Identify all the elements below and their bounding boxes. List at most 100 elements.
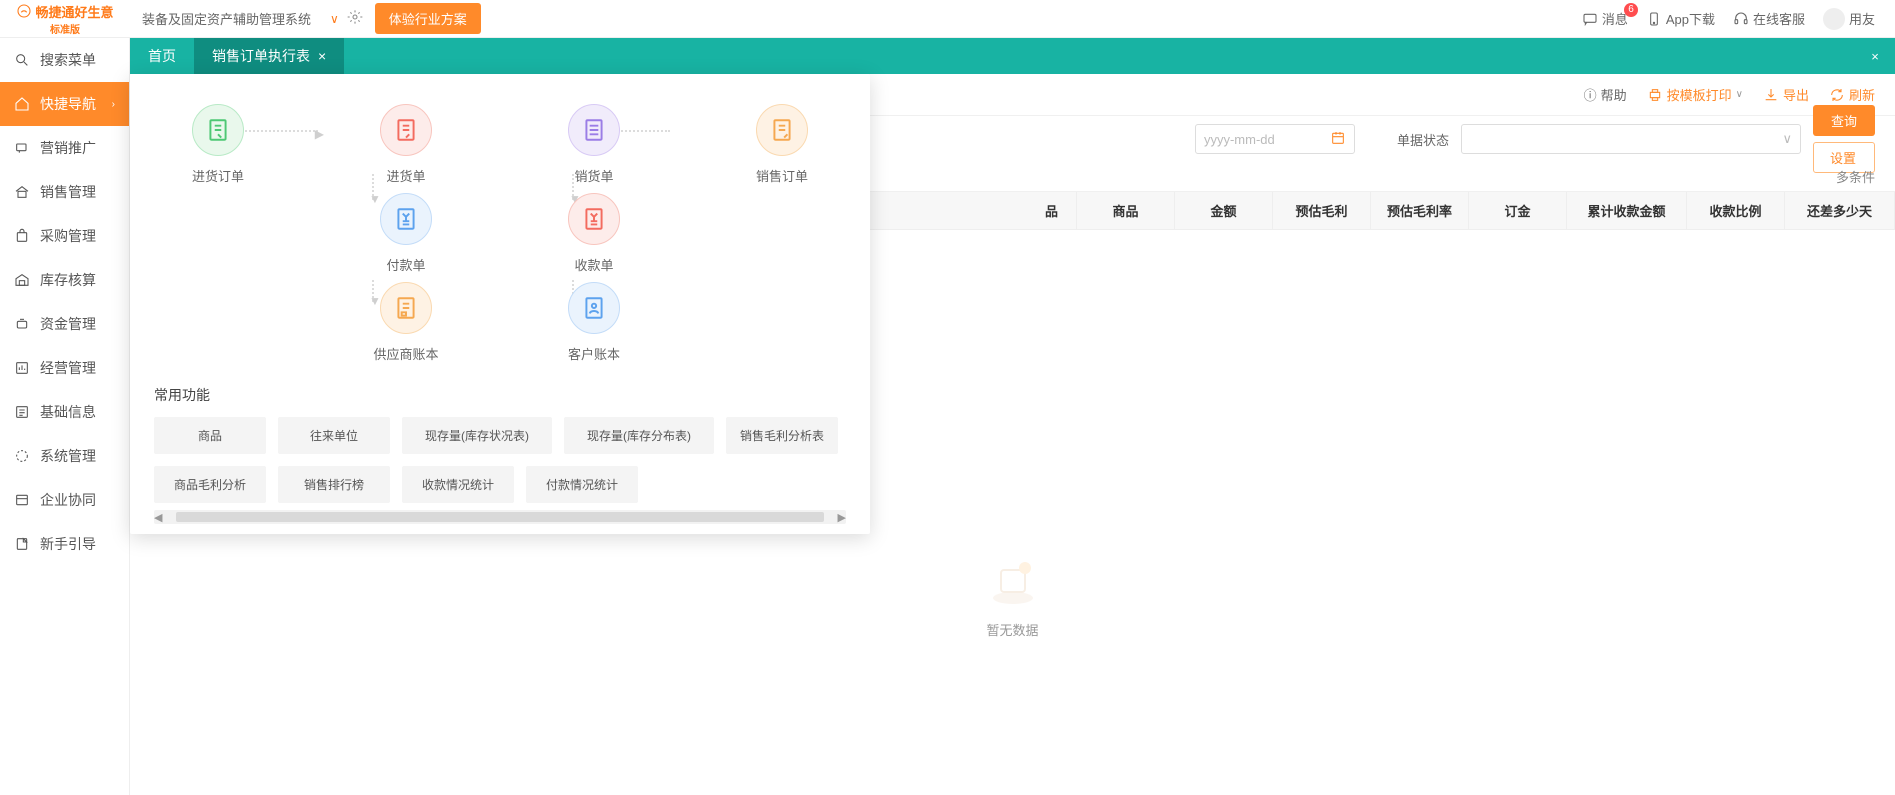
sidebar-item-label: 快捷导航 bbox=[40, 94, 96, 114]
th-product[interactable]: 商品 bbox=[1077, 192, 1175, 229]
brand-logo[interactable]: 畅捷通好生意 标准版 bbox=[0, 2, 130, 36]
online-service-label: 在线客服 bbox=[1753, 9, 1805, 28]
sidebar-item-system[interactable]: 系统管理 bbox=[0, 434, 129, 478]
flow-node-supplier-ledger[interactable]: 供应商账本 bbox=[342, 282, 470, 363]
flow-arrow: ▼ bbox=[572, 174, 574, 200]
fn-product-profit[interactable]: 商品毛利分析 bbox=[154, 466, 266, 503]
user-menu[interactable]: 用友 bbox=[1823, 8, 1875, 30]
chevron-down-icon: ∨ bbox=[1736, 89, 1743, 100]
sidebar-item-guide[interactable]: 新手引导 bbox=[0, 522, 129, 566]
sidebar-item-basic[interactable]: 基础信息 bbox=[0, 390, 129, 434]
warehouse-icon bbox=[14, 272, 30, 288]
calendar-icon bbox=[1330, 130, 1346, 149]
tabs-bar: 首页 销售订单执行表 × × bbox=[130, 38, 1895, 74]
th-receipt-ratio[interactable]: 收款比例 bbox=[1687, 192, 1785, 229]
th-product-partial[interactable]: 品 bbox=[1027, 192, 1077, 229]
search-button[interactable]: 查询 bbox=[1813, 105, 1875, 136]
close-tab-icon[interactable]: × bbox=[318, 48, 326, 64]
sidebar-item-label: 营销推广 bbox=[40, 138, 96, 158]
fn-product[interactable]: 商品 bbox=[154, 417, 266, 454]
fn-stock-status[interactable]: 现存量(库存状况表) bbox=[402, 417, 552, 454]
system-selector[interactable]: 装备及固定资产辅助管理系统 ∨ bbox=[130, 9, 375, 28]
tab-home-label: 首页 bbox=[148, 46, 176, 66]
th-est-margin[interactable]: 预估毛利率 bbox=[1371, 192, 1469, 229]
app-download-label: App下载 bbox=[1666, 9, 1715, 28]
brand-icon bbox=[16, 3, 32, 19]
flow-node-sales-order[interactable]: 销售订单 bbox=[718, 104, 846, 185]
th-total-received[interactable]: 累计收款金额 bbox=[1567, 192, 1687, 229]
flow-node-receipt-bill[interactable]: 收款单 bbox=[530, 193, 658, 274]
flow-grid: 进货订单 进货单 销货单 销售订单 付款单 收款单 供应商账本 bbox=[154, 104, 846, 363]
print-icon bbox=[1647, 87, 1663, 103]
common-functions: 商品 往来单位 现存量(库存状况表) 现存量(库存分布表) 销售毛利分析表 商品… bbox=[154, 417, 846, 503]
more-conditions-toggle[interactable]: 多条件 bbox=[1836, 167, 1875, 186]
tab-home[interactable]: 首页 bbox=[130, 38, 194, 74]
sidebar-item-collab[interactable]: 企业协同 bbox=[0, 478, 129, 522]
app-download-link[interactable]: App下载 bbox=[1646, 9, 1715, 28]
sidebar-item-marketing[interactable]: 营销推广 bbox=[0, 126, 129, 170]
help-icon: ⓘ bbox=[1584, 85, 1597, 104]
fn-payment-stats[interactable]: 付款情况统计 bbox=[526, 466, 638, 503]
fn-sales-rank[interactable]: 销售排行榜 bbox=[278, 466, 390, 503]
sidebar-item-label: 系统管理 bbox=[40, 446, 96, 466]
sidebar-item-label: 销售管理 bbox=[40, 182, 96, 202]
search-menu[interactable]: 搜索菜单 bbox=[0, 38, 129, 82]
sidebar-item-quicknav[interactable]: 快捷导航 › bbox=[0, 82, 129, 126]
flow-label: 进货单 bbox=[386, 166, 425, 185]
messages-link[interactable]: 消息 6 bbox=[1582, 9, 1628, 28]
settings-icon bbox=[14, 448, 30, 464]
chevron-down-icon: ∨ bbox=[330, 12, 339, 26]
flow-node-sales-bill[interactable]: 销货单 bbox=[530, 104, 658, 185]
status-select[interactable]: ∨ bbox=[1461, 124, 1801, 154]
flow-label: 销售订单 bbox=[756, 166, 808, 185]
flow-label: 客户账本 bbox=[568, 344, 620, 363]
sidebar-item-sales[interactable]: 销售管理 bbox=[0, 170, 129, 214]
sidebar-item-label: 资金管理 bbox=[40, 314, 96, 334]
sidebar-item-inventory[interactable]: 库存核算 bbox=[0, 258, 129, 302]
help-link[interactable]: ⓘ 帮助 bbox=[1584, 85, 1627, 104]
th-est-profit[interactable]: 预估毛利 bbox=[1273, 192, 1371, 229]
close-all-tabs[interactable]: × bbox=[1855, 38, 1895, 74]
sidebar-item-label: 经营管理 bbox=[40, 358, 96, 378]
horizontal-scrollbar[interactable]: ◀ ▶ bbox=[154, 510, 846, 524]
phone-icon bbox=[1646, 11, 1662, 27]
quicknav-popover: ▶ ◀ ▼ ▼ ▼ ▼ 进货订单 进货单 销货单 销售订单 付款单 收款单 bbox=[130, 74, 870, 534]
sidebar-item-purchase[interactable]: 采购管理 bbox=[0, 214, 129, 258]
export-button[interactable]: 导出 bbox=[1763, 85, 1809, 104]
chart-icon bbox=[14, 360, 30, 376]
export-icon bbox=[1763, 87, 1779, 103]
sidebar-item-operation[interactable]: 经营管理 bbox=[0, 346, 129, 390]
scroll-left-icon[interactable]: ◀ bbox=[154, 511, 162, 524]
print-button[interactable]: 按模板打印 ∨ bbox=[1647, 85, 1743, 104]
status-label: 单据状态 bbox=[1397, 130, 1449, 149]
help-label: 帮助 bbox=[1601, 85, 1627, 104]
print-label: 按模板打印 bbox=[1667, 85, 1732, 104]
fn-stock-dist[interactable]: 现存量(库存分布表) bbox=[564, 417, 714, 454]
flow-node-customer-ledger[interactable]: 客户账本 bbox=[530, 282, 658, 363]
experience-button[interactable]: 体验行业方案 bbox=[375, 3, 481, 34]
sidebar-item-funds[interactable]: 资金管理 bbox=[0, 302, 129, 346]
bag-icon bbox=[14, 228, 30, 244]
tab-sales-order-report[interactable]: 销售订单执行表 × bbox=[194, 38, 344, 74]
gear-icon[interactable] bbox=[347, 9, 363, 28]
sidebar-item-label: 新手引导 bbox=[40, 534, 96, 554]
fn-receipt-stats[interactable]: 收款情况统计 bbox=[402, 466, 514, 503]
flow-arrow: ▼ bbox=[372, 280, 374, 302]
guide-icon bbox=[14, 536, 30, 552]
fn-sales-profit[interactable]: 销售毛利分析表 bbox=[726, 417, 838, 454]
sales-order-icon bbox=[756, 104, 808, 156]
scrollbar-track[interactable] bbox=[176, 512, 823, 522]
purchase-bill-icon bbox=[380, 104, 432, 156]
scroll-right-icon[interactable]: ▶ bbox=[838, 511, 846, 524]
th-days-left[interactable]: 还差多少天 bbox=[1785, 192, 1895, 229]
flow-node-purchase-bill[interactable]: 进货单 bbox=[342, 104, 470, 185]
th-amount[interactable]: 金额 bbox=[1175, 192, 1273, 229]
fn-contacts[interactable]: 往来单位 bbox=[278, 417, 390, 454]
flow-node-payment-bill[interactable]: 付款单 bbox=[342, 193, 470, 274]
online-service-link[interactable]: 在线客服 bbox=[1733, 9, 1805, 28]
refresh-button[interactable]: 刷新 bbox=[1829, 85, 1875, 104]
th-deposit[interactable]: 订金 bbox=[1469, 192, 1567, 229]
flow-node-purchase-order[interactable]: 进货订单 bbox=[154, 104, 282, 185]
refresh-icon bbox=[1829, 87, 1845, 103]
date-to-input[interactable]: yyyy-mm-dd bbox=[1195, 124, 1355, 154]
